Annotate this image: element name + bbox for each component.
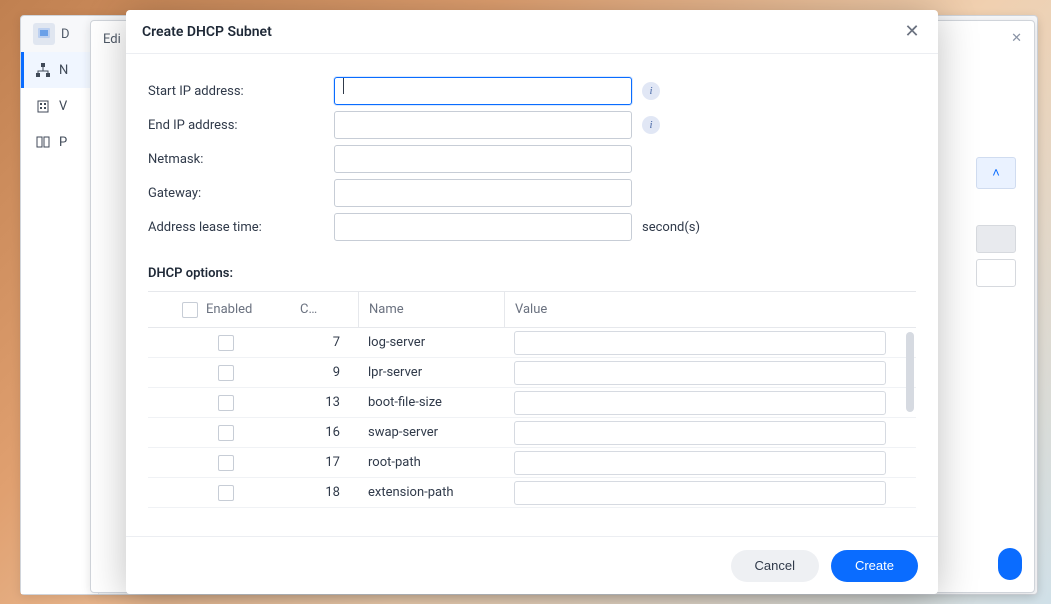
sidebar-item-label: V	[59, 99, 67, 114]
sidebar-item-label: N	[59, 63, 68, 78]
table-row: 18extension-path	[148, 478, 916, 508]
table-row: 9lpr-server	[148, 358, 916, 388]
row-code: 16	[298, 425, 358, 440]
sidebar-item-label: P	[59, 135, 67, 150]
network-tree-icon	[35, 62, 51, 78]
dhcp-options-title: DHCP options:	[148, 266, 916, 281]
select-all-checkbox[interactable]	[182, 302, 198, 318]
info-icon[interactable]: i	[642, 116, 660, 134]
background-panel-box	[976, 225, 1016, 253]
app-title-fragment: D	[61, 27, 70, 42]
row-name: lpr-server	[358, 365, 504, 380]
background-primary-button[interactable]	[998, 548, 1022, 580]
scrollbar-thumb[interactable]	[906, 332, 914, 412]
sidebar-item-network[interactable]: N	[21, 52, 98, 88]
row-enable-checkbox[interactable]	[218, 425, 234, 441]
edit-window-title-fragment: Edi	[103, 32, 121, 47]
lease-time-label: Address lease time:	[148, 220, 334, 235]
row-name: extension-path	[358, 485, 504, 500]
row-code: 18	[298, 485, 358, 500]
gateway-label: Gateway:	[148, 186, 334, 201]
row-value-input[interactable]	[514, 391, 886, 415]
row-name: swap-server	[358, 425, 504, 440]
row-name: boot-file-size	[358, 395, 504, 410]
create-dhcp-subnet-dialog: Create DHCP Subnet ✕ Start IP address: i…	[126, 10, 938, 594]
start-ip-input[interactable]	[334, 77, 632, 105]
start-ip-label: Start IP address:	[148, 84, 334, 99]
server-icon	[35, 134, 51, 150]
lease-time-suffix: second(s)	[642, 220, 700, 235]
row-enable-checkbox[interactable]	[218, 365, 234, 381]
row-value-input[interactable]	[514, 361, 886, 385]
gateway-input[interactable]	[334, 179, 632, 207]
table-row: 13boot-file-size	[148, 388, 916, 418]
end-ip-input[interactable]	[334, 111, 632, 139]
row-value-input[interactable]	[514, 451, 886, 475]
col-enabled-header[interactable]: Enabled	[206, 302, 252, 317]
background-panel-box	[976, 259, 1016, 287]
dialog-footer: Cancel Create	[126, 536, 938, 594]
create-button[interactable]: Create	[831, 550, 918, 582]
row-code: 13	[298, 395, 358, 410]
app-icon	[33, 23, 55, 45]
dhcp-options-table: Enabled C… Name Value 7log-server9lpr-se…	[148, 291, 916, 508]
row-code: 17	[298, 455, 358, 470]
row-enable-checkbox[interactable]	[218, 335, 234, 351]
dialog-header: Create DHCP Subnet ✕	[126, 10, 938, 54]
row-enable-checkbox[interactable]	[218, 455, 234, 471]
lease-time-input[interactable]	[334, 213, 632, 241]
row-code: 9	[298, 365, 358, 380]
col-value-header[interactable]: Value	[504, 292, 896, 327]
table-row: 16swap-server	[148, 418, 916, 448]
row-value-input[interactable]	[514, 331, 886, 355]
row-value-input[interactable]	[514, 481, 886, 505]
row-code: 7	[298, 335, 358, 350]
table-scrollbar[interactable]	[906, 332, 914, 502]
col-name-header[interactable]: Name	[358, 292, 504, 327]
col-code-header[interactable]: C…	[298, 302, 358, 317]
building-icon	[35, 98, 51, 114]
netmask-label: Netmask:	[148, 152, 334, 167]
background-sidebar: N V P	[21, 52, 99, 594]
row-value-input[interactable]	[514, 421, 886, 445]
table-header-row: Enabled C… Name Value	[148, 292, 916, 328]
dialog-title: Create DHCP Subnet	[142, 24, 272, 40]
row-name: root-path	[358, 455, 504, 470]
table-row: 17root-path	[148, 448, 916, 478]
table-row: 7log-server	[148, 328, 916, 358]
close-icon[interactable]: ✕	[902, 21, 922, 42]
row-enable-checkbox[interactable]	[218, 395, 234, 411]
row-enable-checkbox[interactable]	[218, 485, 234, 501]
edit-window-close-icon[interactable]: ✕	[1011, 31, 1022, 46]
netmask-input[interactable]	[334, 145, 632, 173]
sidebar-item-pxe[interactable]: P	[21, 124, 98, 160]
row-name: log-server	[358, 335, 504, 350]
info-icon[interactable]: i	[642, 82, 660, 100]
cancel-button[interactable]: Cancel	[731, 550, 819, 582]
end-ip-label: End IP address:	[148, 118, 334, 133]
sidebar-item-vendor[interactable]: V	[21, 88, 98, 124]
chevron-up-icon[interactable]: ˄	[976, 157, 1016, 189]
